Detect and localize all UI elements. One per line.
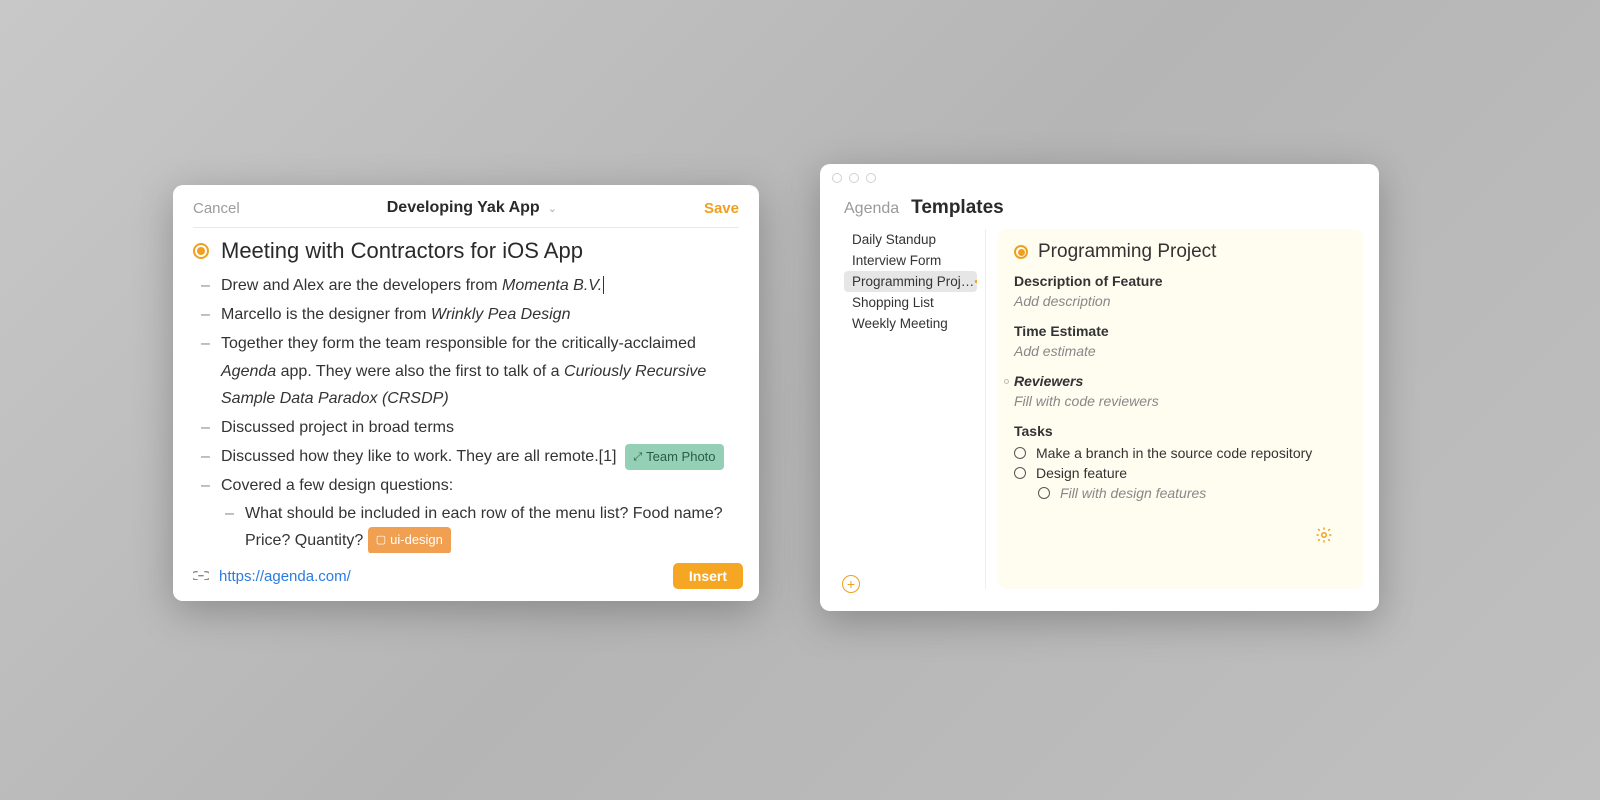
task-item[interactable]: Fill with design features [1014,483,1347,503]
bullet-item[interactable]: What should be included in each row of t… [221,500,735,554]
window-controls [820,164,1379,183]
template-item[interactable]: Interview Form [844,250,977,271]
templates-main: Daily Standup Interview Form Programming… [820,229,1379,589]
section-tasks: Tasks Make a branch in the source code r… [1014,423,1347,503]
link-field[interactable]: https://agenda.com/ [193,568,351,585]
tab-templates[interactable]: Templates [911,197,1004,219]
link-url: https://agenda.com/ [219,568,351,585]
cancel-button[interactable]: Cancel [193,200,240,217]
placeholder-text[interactable]: Add description [1014,293,1347,309]
task-item[interactable]: Design feature [1014,463,1347,483]
bullet-item[interactable]: Discussed how they like to work. They ar… [197,443,735,470]
note-title[interactable]: Meeting with Contractors for iOS App [221,238,583,264]
bullet-item[interactable]: Together they form the team responsible … [197,330,735,412]
template-item[interactable]: Daily Standup [844,229,977,250]
template-item[interactable]: Weekly Meeting [844,313,977,334]
tag-chip[interactable]: ▢ui-design [368,527,451,553]
template-preview: Programming Project Description of Featu… [998,229,1363,589]
attachment-chip[interactable]: ⤢Team Photo [625,444,723,470]
section-heading[interactable]: Time Estimate [1014,323,1347,339]
more-icon[interactable]: ••• [974,276,977,288]
section-heading[interactable]: Reviewers [1014,373,1347,389]
section-reviewers: Reviewers Fill with code reviewers [1014,373,1347,409]
bullet-item[interactable]: Drew and Alex are the developers from Mo… [197,272,735,299]
section-description: Description of Feature Add description [1014,273,1347,309]
link-icon [193,571,209,581]
insert-button[interactable]: Insert [673,563,743,589]
chevron-down-icon: ⌄ [548,202,557,215]
expand-icon: ⤢ [633,448,642,467]
add-template-button[interactable]: + [842,575,860,593]
templates-window: Agenda Templates Daily Standup Interview… [820,164,1379,611]
note-heading-row: Meeting with Contractors for iOS App [173,228,759,272]
section-heading[interactable]: Tasks [1014,423,1347,439]
template-item[interactable]: Shopping List [844,292,977,313]
bullet-marker-icon [1004,379,1009,384]
tab-bar: Agenda Templates [820,183,1379,229]
placeholder-text[interactable]: Fill with code reviewers [1014,393,1347,409]
template-item-selected[interactable]: Programming Proj…••• [844,271,977,292]
note-editor-window: Cancel Developing Yak App ⌄ Save Meeting… [173,185,759,601]
checkbox-icon[interactable] [1038,487,1050,499]
editor-toolbar: Cancel Developing Yak App ⌄ Save [173,185,759,221]
templates-sidebar: Daily Standup Interview Form Programming… [836,229,986,589]
editor-footer: https://agenda.com/ Insert [173,553,759,601]
tag-icon: ▢ [376,531,386,550]
note-body[interactable]: Drew and Alex are the developers from Mo… [173,272,759,562]
minimize-icon[interactable] [849,173,859,183]
section-estimate: Time Estimate Add estimate [1014,323,1347,359]
template-heading-row: Programming Project [1014,241,1347,263]
bullet-item[interactable]: Marcello is the designer from Wrinkly Pe… [197,301,735,328]
checkbox-icon[interactable] [1014,447,1026,459]
project-dropdown[interactable]: Developing Yak App ⌄ [387,199,557,217]
template-title[interactable]: Programming Project [1038,241,1216,263]
placeholder-text[interactable]: Add estimate [1014,343,1347,359]
close-icon[interactable] [832,173,842,183]
zoom-icon[interactable] [866,173,876,183]
project-title: Developing Yak App [387,199,540,217]
gear-icon[interactable] [1315,526,1333,549]
save-button[interactable]: Save [704,200,739,217]
section-heading[interactable]: Description of Feature [1014,273,1347,289]
status-dot-icon[interactable] [1014,245,1028,259]
status-dot-icon[interactable] [193,243,209,259]
checkbox-icon[interactable] [1014,467,1026,479]
task-item[interactable]: Make a branch in the source code reposit… [1014,443,1347,463]
bullet-item[interactable]: Covered a few design questions: What sho… [197,472,735,554]
tab-agenda[interactable]: Agenda [844,200,899,218]
bullet-item[interactable]: Discussed project in broad terms [197,414,735,441]
